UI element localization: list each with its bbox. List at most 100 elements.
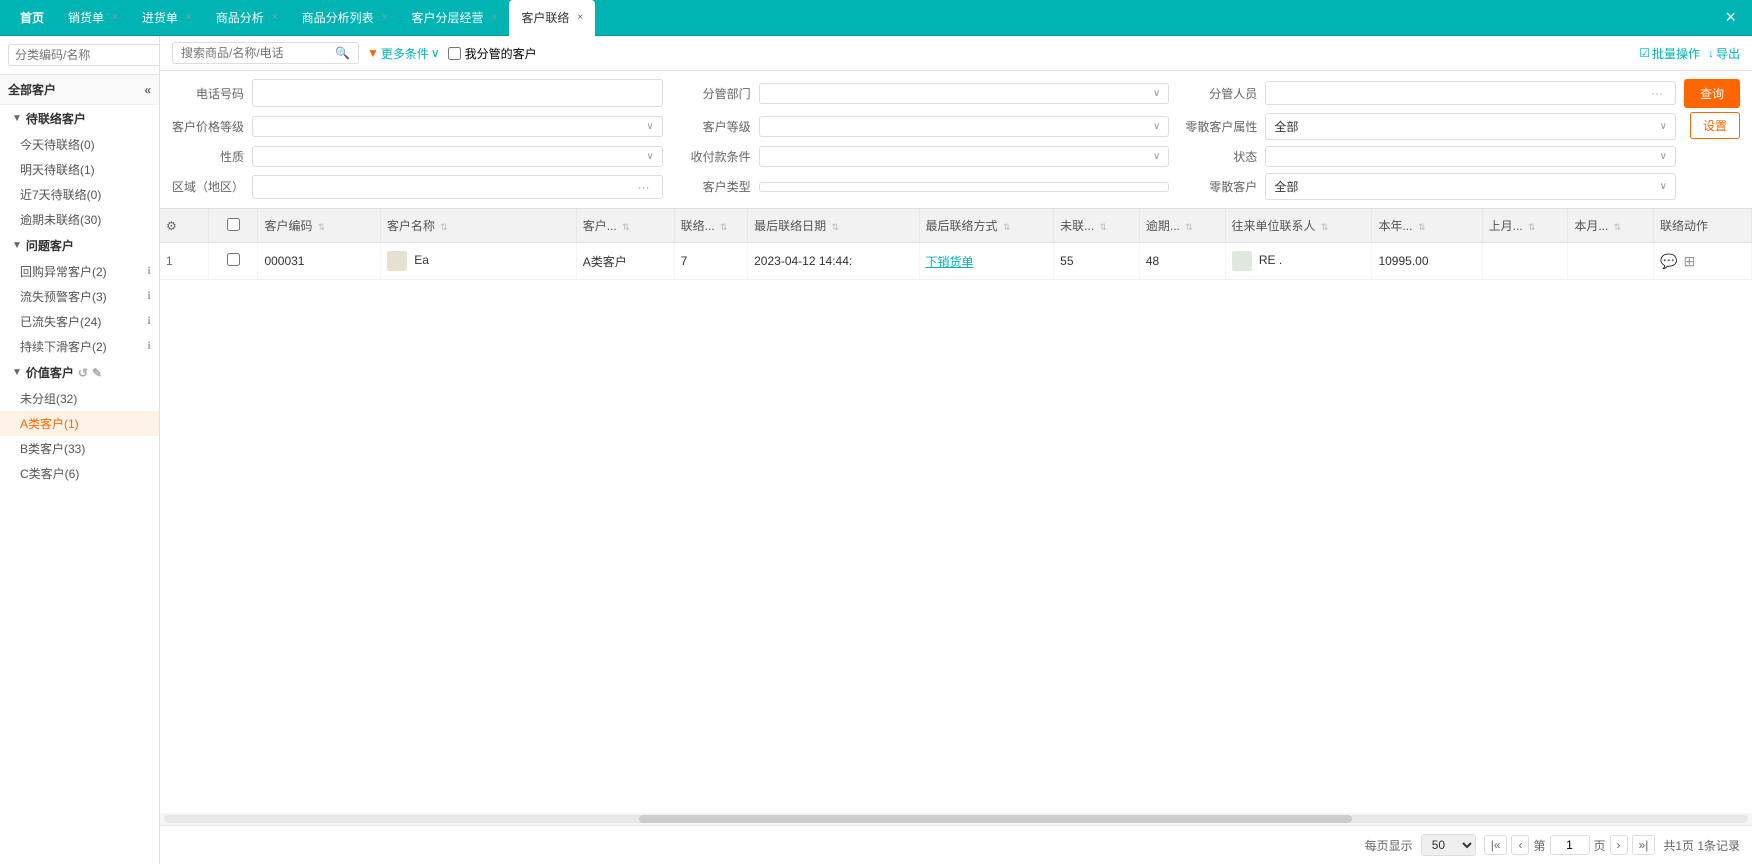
sales-order-link[interactable]: 下销货单 xyxy=(926,255,974,269)
page-number-input[interactable] xyxy=(1550,835,1590,855)
region-select[interactable]: ··· xyxy=(252,175,663,199)
nature-select[interactable]: ∨ xyxy=(252,146,663,167)
more-filters-button[interactable]: ▼ 更多条件 ∨ xyxy=(367,45,440,62)
all-customers-header[interactable]: 全部客户 « xyxy=(0,75,159,105)
my-customers-checkbox[interactable]: 我分管的客户 xyxy=(448,45,537,62)
status-select[interactable]: ∨ xyxy=(1265,146,1676,167)
sidebar-search-area: 🔍 xyxy=(0,36,159,75)
col-this-year[interactable]: 本年... ⇅ xyxy=(1372,209,1482,243)
scrollbar-thumb[interactable] xyxy=(639,815,1352,823)
col-last-contact-date[interactable]: 最后联络日期 ⇅ xyxy=(748,209,919,243)
nav-product-analysis-list[interactable]: 商品分析列表 × xyxy=(290,0,400,36)
col-customer-name[interactable]: 客户名称 ⇅ xyxy=(380,209,576,243)
row-checkbox[interactable] xyxy=(227,253,240,266)
nav-customer-segmentation[interactable]: 客户分层经营 × xyxy=(399,0,509,36)
col-customer-type[interactable]: 客户... ⇅ xyxy=(576,209,674,243)
nav-product-analysis[interactable]: 商品分析 × xyxy=(204,0,290,36)
all-customers-label: 全部客户 xyxy=(8,81,56,98)
search-button[interactable]: 查询 xyxy=(1684,79,1740,108)
main-search-icon[interactable]: 🔍 xyxy=(335,46,350,60)
close-customer-segmentation-icon[interactable]: × xyxy=(491,0,497,36)
chevron-down-icon-retail: ∨ xyxy=(1660,121,1667,132)
refresh-icon[interactable]: ↺ xyxy=(78,366,88,380)
retail-attr-select[interactable]: 全部 ∨ xyxy=(1265,113,1676,140)
col-contact-person[interactable]: 往来单位联系人 ⇅ xyxy=(1225,209,1372,243)
manager-select[interactable]: ··· xyxy=(1265,81,1676,105)
col-not-contacted[interactable]: 未联... ⇅ xyxy=(1054,209,1140,243)
nav-sales-order[interactable]: 销货单 × xyxy=(56,0,130,36)
col-this-month[interactable]: 本月... ⇅ xyxy=(1568,209,1654,243)
settings-button[interactable]: 设置 xyxy=(1690,112,1740,139)
pending-contact-group[interactable]: ▼ 待联络客户 xyxy=(0,105,159,132)
close-all-tabs-button[interactable]: × xyxy=(1717,7,1744,28)
phone-input[interactable] xyxy=(252,79,663,107)
customer-grade-select[interactable]: ∨ xyxy=(759,116,1170,137)
nature-field: 性质 ∨ xyxy=(172,146,663,167)
sidebar-item-7days-contact[interactable]: 近7天待联络(0) xyxy=(0,182,159,207)
col-select-all[interactable] xyxy=(209,209,258,243)
col-overdue[interactable]: 逾期... ⇅ xyxy=(1139,209,1225,243)
cell-last-month xyxy=(1482,243,1568,280)
customer-type-select[interactable] xyxy=(759,182,1170,192)
sidebar-item-unclassified[interactable]: 未分组(32) xyxy=(0,386,159,411)
sidebar-item-churn-warning[interactable]: 流失预警客户(3) ℹ xyxy=(0,284,159,309)
next-page-button[interactable]: › xyxy=(1610,835,1628,855)
main-search-input[interactable] xyxy=(181,46,331,60)
horizontal-scrollbar[interactable] xyxy=(160,813,1752,825)
sidebar-item-abnormal-repurchase[interactable]: 回购异常客户(2) ℹ xyxy=(0,259,159,284)
sidebar-item-overdue-contact[interactable]: 逾期未联络(30) xyxy=(0,207,159,232)
pagination-bar: 每页显示 50 100 200 |« ‹ 第 页 › »| 共1页 1条记录 xyxy=(160,825,1752,864)
export-button[interactable]: ↓ 导出 xyxy=(1708,45,1740,62)
sidebar-search-input[interactable] xyxy=(8,44,160,66)
nav-customer-contact[interactable]: 客户联络 × xyxy=(509,0,595,36)
price-grade-select[interactable]: ∨ xyxy=(252,116,663,137)
retail-customer-select[interactable]: 全部 ∨ xyxy=(1265,173,1676,200)
payment-select[interactable]: ∨ xyxy=(759,146,1170,167)
per-page-select[interactable]: 50 100 200 xyxy=(1421,834,1476,856)
advanced-filter: 电话号码 分管部门 ∨ 分管人员 xyxy=(160,71,1752,209)
col-last-contact-method[interactable]: 最后联络方式 ⇅ xyxy=(919,209,1054,243)
edit-icon[interactable]: ✎ xyxy=(92,366,102,380)
col-customer-code[interactable]: 客户编码 ⇅ xyxy=(258,209,380,243)
col-contact-count[interactable]: 联络... ⇅ xyxy=(674,209,747,243)
batch-operation-button[interactable]: ☑ 批量操作 xyxy=(1639,45,1700,62)
filter-row-4: 区域（地区） ··· 客户类型 xyxy=(172,173,1676,200)
last-page-button[interactable]: »| xyxy=(1632,835,1656,855)
my-customers-check[interactable] xyxy=(448,47,461,60)
sidebar-item-class-c[interactable]: C类客户(6) xyxy=(0,461,159,486)
sidebar-item-tomorrow-contact[interactable]: 明天待联络(1) xyxy=(0,157,159,182)
sidebar-item-declining[interactable]: 持续下滑客户(2) ℹ xyxy=(0,334,159,359)
prev-page-button[interactable]: ‹ xyxy=(1511,835,1529,855)
dots-icon: ··· xyxy=(1647,86,1667,100)
table-header-row: ⚙ 客户编码 ⇅ 客户名称 ⇅ xyxy=(160,209,1752,243)
sidebar-item-class-b[interactable]: B类客户(33) xyxy=(0,436,159,461)
sort-icon-method: ⇅ xyxy=(1003,222,1011,232)
close-product-analysis-list-icon[interactable]: × xyxy=(382,0,388,36)
share-icon[interactable]: ⊞ xyxy=(1683,253,1695,270)
gear-icon[interactable]: ⚙ xyxy=(166,219,177,233)
region-label: 区域（地区） xyxy=(172,178,252,195)
close-product-analysis-icon[interactable]: × xyxy=(272,0,278,36)
chevron-down-icon-dept: ∨ xyxy=(1153,88,1160,99)
sidebar-item-class-a[interactable]: A类客户(1) xyxy=(0,411,159,436)
first-page-button[interactable]: |« xyxy=(1484,835,1508,855)
sidebar-item-today-contact[interactable]: 今天待联络(0) xyxy=(0,132,159,157)
close-sales-order-icon[interactable]: × xyxy=(112,0,118,36)
value-customers-group[interactable]: ▼ 价值客户 ↺ ✎ xyxy=(0,359,159,386)
nature-label: 性质 xyxy=(172,148,252,165)
nav-purchase-order[interactable]: 进货单 × xyxy=(130,0,204,36)
customer-grade-field: 客户等级 ∨ xyxy=(679,116,1170,137)
sidebar-item-churned[interactable]: 已流失客户(24) ℹ xyxy=(0,309,159,334)
department-select[interactable]: ∨ xyxy=(759,83,1170,104)
col-gear[interactable]: ⚙ xyxy=(160,209,209,243)
sidebar-collapse-icon[interactable]: « xyxy=(144,83,151,97)
cell-checkbox[interactable] xyxy=(209,243,258,280)
nav-home[interactable]: 首页 xyxy=(8,0,56,36)
close-customer-contact-icon[interactable]: × xyxy=(577,0,583,36)
chat-icon[interactable]: 💬 xyxy=(1660,253,1677,270)
select-all-checkbox[interactable] xyxy=(227,218,240,231)
col-last-month[interactable]: 上月... ⇅ xyxy=(1482,209,1568,243)
problem-customers-group[interactable]: ▼ 问题客户 xyxy=(0,232,159,259)
scrollbar-track[interactable] xyxy=(164,815,1748,823)
close-purchase-order-icon[interactable]: × xyxy=(186,0,192,36)
